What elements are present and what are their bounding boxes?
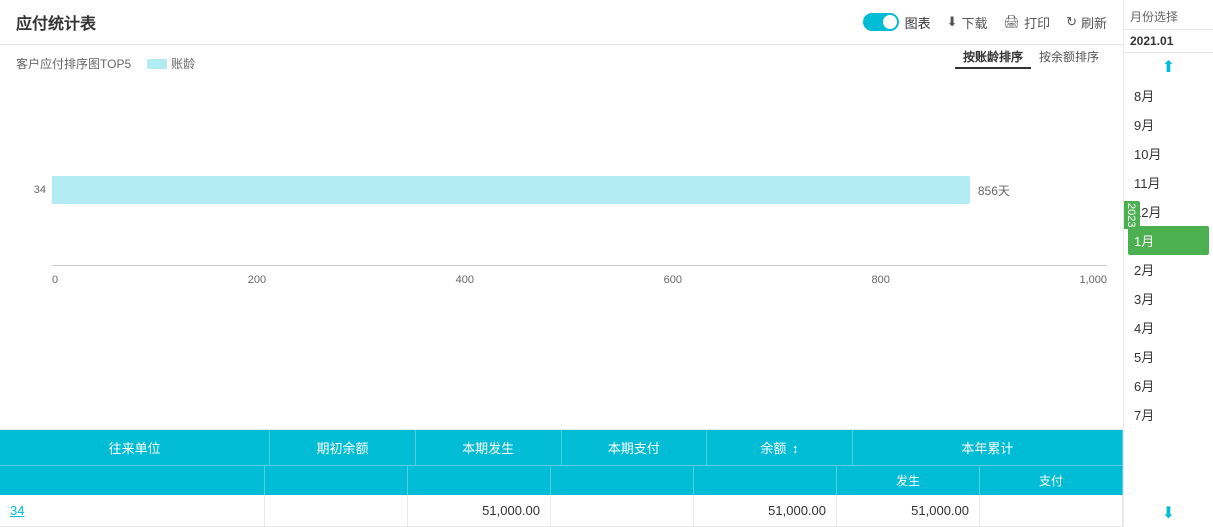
month-item-8[interactable]: 8月 bbox=[1124, 81, 1213, 110]
sidebar-current-date: 2021.01 bbox=[1124, 30, 1213, 53]
toggle-track[interactable] bbox=[863, 13, 899, 31]
header-actions: 图表 ⬇ 下载 🖨 打印 ↻ 刷新 bbox=[863, 13, 1107, 32]
legend-item-vendor: 客户应付排序图TOP5 bbox=[16, 55, 131, 72]
td-vendor[interactable]: 34 bbox=[0, 495, 265, 526]
sidebar-title: 月份选择 bbox=[1124, 0, 1213, 30]
month-item-3[interactable]: 3月 bbox=[1124, 284, 1213, 313]
x-axis-labels: 0 200 400 600 800 1,000 bbox=[52, 274, 1107, 286]
th-sub-ytd-occurrence: 发生 bbox=[837, 466, 980, 495]
td-opening-balance bbox=[265, 495, 408, 526]
month-item-10[interactable]: 10月 bbox=[1124, 139, 1213, 168]
nav-down-arrow[interactable]: ⬇ bbox=[1124, 499, 1213, 527]
chart-section: 客户应付排序图TOP5 账龄 按账龄排序 按余额排序 34 bbox=[0, 45, 1123, 430]
nav-up-arrow[interactable]: ⬆ bbox=[1124, 53, 1213, 81]
x-label-600: 600 bbox=[664, 274, 682, 286]
month-item-11[interactable]: 11月 bbox=[1124, 168, 1213, 197]
page-title: 应付统计表 bbox=[16, 10, 96, 34]
td-ytd-occurrence: 51,000.00 bbox=[837, 495, 980, 526]
th-opening-balance: 期初余额 bbox=[270, 430, 416, 465]
month-item-5[interactable]: 5月 bbox=[1124, 342, 1213, 371]
table-header: 往来单位 期初余额 本期发生 本期支付 余额 ↕ 本年累计 bbox=[0, 430, 1123, 465]
bar-value-label: 856天 bbox=[978, 182, 1010, 199]
month-item-9[interactable]: 9月 bbox=[1124, 110, 1213, 139]
legend-item-aging: 账龄 bbox=[147, 55, 195, 72]
sort-by-amount-btn[interactable]: 按余额排序 bbox=[1031, 46, 1107, 69]
chart-label: 图表 bbox=[905, 13, 931, 32]
th-vendor: 往来单位 bbox=[0, 430, 270, 465]
page-header: 应付统计表 图表 ⬇ 下载 🖨 打印 ↻ 刷新 bbox=[0, 0, 1123, 45]
x-label-1000: 1,000 bbox=[1079, 274, 1107, 286]
month-list: 2023 8月 9月 10月 11月 12月 1月 2月 3月 4月 5月 6月… bbox=[1124, 81, 1213, 499]
th-ytd: 本年累计 bbox=[853, 430, 1123, 465]
th-sub-vendor bbox=[0, 466, 265, 495]
th-balance: 余额 ↕ bbox=[707, 430, 853, 465]
x-axis-line bbox=[52, 265, 1107, 266]
th-sub-payment bbox=[551, 466, 694, 495]
x-label-0: 0 bbox=[52, 274, 58, 286]
x-label-400: 400 bbox=[456, 274, 474, 286]
legend-color-box bbox=[147, 59, 167, 69]
td-balance: 51,000.00 bbox=[694, 495, 837, 526]
x-label-800: 800 bbox=[872, 274, 890, 286]
th-sub-balance bbox=[694, 466, 837, 495]
table-section: 往来单位 期初余额 本期发生 本期支付 余额 ↕ 本年累计 发生 支付 bbox=[0, 430, 1123, 527]
chart-sort-controls: 按账龄排序 按余额排序 bbox=[955, 46, 1107, 69]
bar-fill bbox=[52, 176, 970, 204]
legend-aging-label: 账龄 bbox=[171, 55, 195, 72]
th-current-occurrence: 本期发生 bbox=[416, 430, 562, 465]
month-item-7[interactable]: 7月 bbox=[1124, 400, 1213, 429]
table-row: 34 51,000.00 51,000.00 51,000.00 bbox=[0, 495, 1123, 527]
chart-bars-wrapper: 34 856天 0 200 400 600 800 bbox=[16, 90, 1107, 290]
refresh-button[interactable]: ↻ 刷新 bbox=[1066, 13, 1107, 32]
toggle-thumb bbox=[883, 15, 897, 29]
download-icon: ⬇ bbox=[947, 14, 958, 30]
th-sub-opening bbox=[265, 466, 408, 495]
year-badge: 2023 bbox=[1124, 201, 1140, 229]
month-item-6[interactable]: 6月 bbox=[1124, 371, 1213, 400]
chart-toggle[interactable]: 图表 bbox=[863, 13, 931, 32]
chart-inner: 34 856天 0 200 400 600 800 bbox=[16, 90, 1107, 290]
print-icon: 🖨 bbox=[1004, 14, 1021, 30]
td-ytd-payment bbox=[980, 495, 1123, 526]
sort-by-balance-btn[interactable]: 按账龄排序 bbox=[955, 46, 1031, 69]
bar-y-label: 34 bbox=[16, 184, 46, 196]
x-label-200: 200 bbox=[248, 274, 266, 286]
chart-legend: 客户应付排序图TOP5 账龄 bbox=[16, 55, 195, 72]
download-button[interactable]: ⬇ 下载 bbox=[947, 13, 988, 32]
balance-sort-icon[interactable]: ↕ bbox=[792, 441, 799, 456]
legend-label: 客户应付排序图TOP5 bbox=[16, 55, 131, 72]
td-current-payment bbox=[551, 495, 694, 526]
th-sub-occurrence bbox=[408, 466, 551, 495]
month-sidebar: 月份选择 2021.01 ⬆ 2023 8月 9月 10月 11月 12月 1月… bbox=[1123, 0, 1213, 527]
print-button[interactable]: 🖨 打印 bbox=[1004, 13, 1051, 32]
th-current-payment: 本期支付 bbox=[562, 430, 708, 465]
month-item-2[interactable]: 2月 bbox=[1124, 255, 1213, 284]
td-current-occurrence: 51,000.00 bbox=[408, 495, 551, 526]
bar-row: 856天 bbox=[52, 176, 1107, 204]
table-sub-header: 发生 支付 bbox=[0, 465, 1123, 495]
th-sub-ytd-payment: 支付 bbox=[980, 466, 1123, 495]
month-item-4[interactable]: 4月 bbox=[1124, 313, 1213, 342]
month-item-1[interactable]: 1月 bbox=[1128, 226, 1209, 255]
sidebar-nav: ⬆ 2023 8月 9月 10月 11月 12月 1月 2月 3月 4月 5月 … bbox=[1124, 53, 1213, 527]
refresh-icon: ↻ bbox=[1066, 14, 1077, 30]
